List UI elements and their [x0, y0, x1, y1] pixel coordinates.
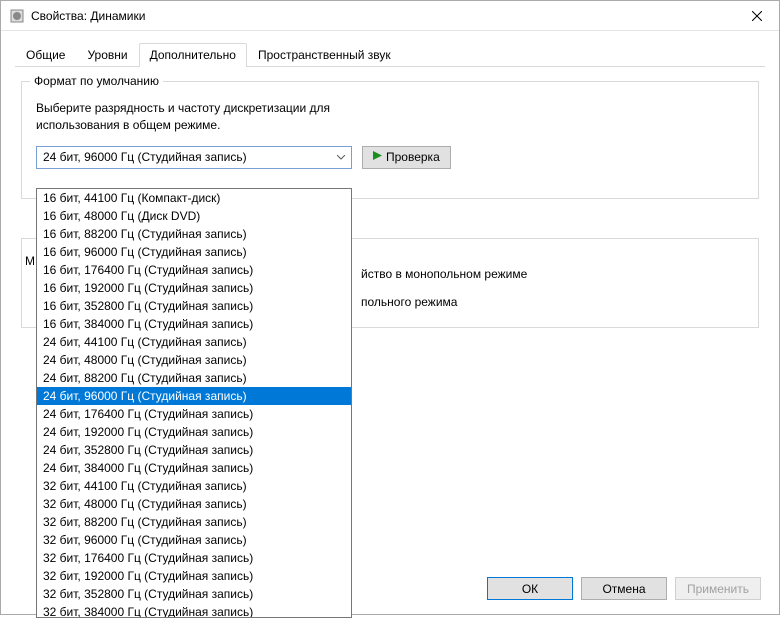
dropdown-option[interactable]: 16 бит, 192000 Гц (Студийная запись) — [37, 279, 351, 297]
dropdown-option[interactable]: 24 бит, 88200 Гц (Студийная запись) — [37, 369, 351, 387]
ok-button[interactable]: ОК — [487, 577, 573, 600]
dropdown-option[interactable]: 32 бит, 44100 Гц (Студийная запись) — [37, 477, 351, 495]
default-format-group: Формат по умолчанию Выберите разрядность… — [21, 81, 759, 199]
properties-window: Свойства: Динамики Общие Уровни Дополнит… — [0, 0, 780, 615]
sample-format-selected: 24 бит, 96000 Гц (Студийная запись) — [43, 150, 333, 164]
tab-levels[interactable]: Уровни — [76, 43, 138, 67]
dropdown-option[interactable]: 16 бит, 352800 Гц (Студийная запись) — [37, 297, 351, 315]
dropdown-option[interactable]: 16 бит, 176400 Гц (Студийная запись) — [37, 261, 351, 279]
dropdown-option[interactable]: 24 бит, 384000 Гц (Студийная запись) — [37, 459, 351, 477]
dropdown-option[interactable]: 32 бит, 192000 Гц (Студийная запись) — [37, 567, 351, 585]
dropdown-option[interactable]: 32 бит, 176400 Гц (Студийная запись) — [37, 549, 351, 567]
chevron-down-icon — [333, 150, 349, 164]
exclusive-line1-text: йство в монопольном режиме — [361, 267, 527, 281]
tab-general[interactable]: Общие — [15, 43, 76, 67]
test-button[interactable]: Проверка — [362, 146, 451, 169]
dropdown-option[interactable]: 24 бит, 48000 Гц (Студийная запись) — [37, 351, 351, 369]
sample-format-combobox[interactable]: 24 бит, 96000 Гц (Студийная запись) — [36, 146, 352, 169]
default-format-description: Выберите разрядность и частоту дискретиз… — [36, 100, 744, 134]
dropdown-option[interactable]: 24 бит, 96000 Гц (Студийная запись) — [37, 387, 351, 405]
default-format-title: Формат по умолчанию — [30, 74, 163, 88]
exclusive-prefix-text: М — [25, 254, 35, 268]
tab-spatial-sound[interactable]: Пространственный звук — [247, 43, 402, 67]
dropdown-option[interactable]: 32 бит, 384000 Гц (Студийная запись) — [37, 603, 351, 618]
dropdown-option[interactable]: 32 бит, 96000 Гц (Студийная запись) — [37, 531, 351, 549]
dropdown-option[interactable]: 16 бит, 96000 Гц (Студийная запись) — [37, 243, 351, 261]
dropdown-option[interactable]: 16 бит, 88200 Гц (Студийная запись) — [37, 225, 351, 243]
dropdown-option[interactable]: 32 бит, 352800 Гц (Студийная запись) — [37, 585, 351, 603]
dropdown-option[interactable]: 32 бит, 88200 Гц (Студийная запись) — [37, 513, 351, 531]
tab-content: Формат по умолчанию Выберите разрядность… — [1, 67, 779, 199]
apply-button: Применить — [675, 577, 761, 600]
close-button[interactable] — [734, 1, 779, 30]
dropdown-option[interactable]: 16 бит, 48000 Гц (Диск DVD) — [37, 207, 351, 225]
window-title: Свойства: Динамики — [31, 9, 734, 23]
dropdown-option[interactable]: 24 бит, 352800 Гц (Студийная запись) — [37, 441, 351, 459]
cancel-button[interactable]: Отмена — [581, 577, 667, 600]
tab-advanced[interactable]: Дополнительно — [139, 43, 247, 67]
close-icon — [752, 11, 762, 21]
dropdown-option[interactable]: 24 бит, 192000 Гц (Студийная запись) — [37, 423, 351, 441]
sample-format-dropdown-list[interactable]: 16 бит, 44100 Гц (Компакт-диск)16 бит, 4… — [36, 188, 352, 618]
dropdown-option[interactable]: 16 бит, 384000 Гц (Студийная запись) — [37, 315, 351, 333]
exclusive-line2-text: польного режима — [361, 295, 457, 309]
play-icon — [373, 151, 382, 163]
dropdown-option[interactable]: 24 бит, 44100 Гц (Студийная запись) — [37, 333, 351, 351]
titlebar: Свойства: Динамики — [1, 1, 779, 31]
dropdown-option[interactable]: 32 бит, 48000 Гц (Студийная запись) — [37, 495, 351, 513]
dropdown-option[interactable]: 24 бит, 176400 Гц (Студийная запись) — [37, 405, 351, 423]
dropdown-option[interactable]: 16 бит, 44100 Гц (Компакт-диск) — [37, 189, 351, 207]
dialog-button-row: ОК Отмена Применить — [487, 577, 761, 600]
speaker-icon — [9, 8, 25, 24]
tab-strip: Общие Уровни Дополнительно Пространствен… — [1, 31, 779, 67]
